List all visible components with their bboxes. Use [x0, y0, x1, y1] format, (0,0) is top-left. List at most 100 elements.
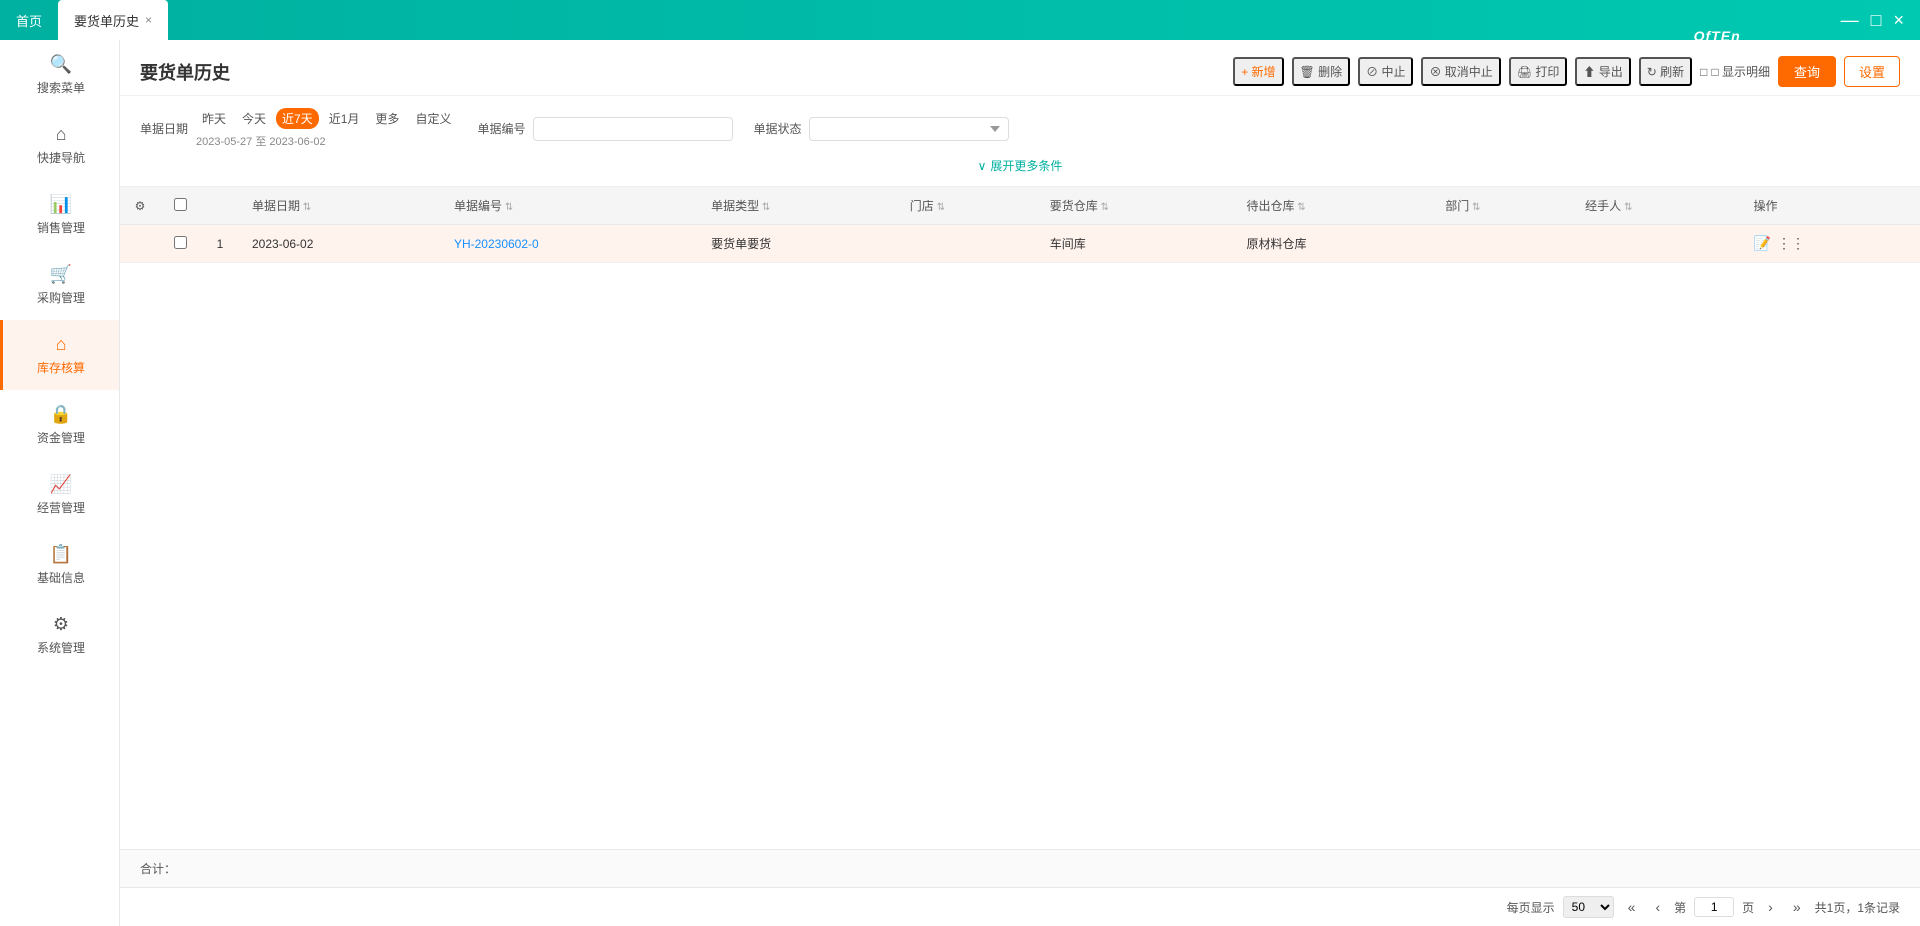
content-area: 要货单历史 + 新增 🗑 删除 ⊘ 中止 ⊗ 取消中止 🖨 打印 ⬆ 导出 ↻ … [120, 40, 1920, 926]
col-doc-type[interactable]: 单据类型 [699, 187, 898, 225]
date-tab-1month[interactable]: 近1月 [323, 108, 366, 129]
finance-icon: 🔒 [50, 404, 72, 425]
cell-req-warehouse: 车间库 [1038, 225, 1235, 263]
sidebar-item-finance-mgmt[interactable]: 🔒 资金管理 [0, 390, 119, 460]
sidebar: 🔍 搜索菜单 ⌂ 快捷导航 📊 销售管理 🛒 采购管理 ⌂ 库存核算 🔒 资金管… [0, 40, 120, 926]
cell-actions: 📝 ⋮⋮ [1742, 225, 1920, 263]
sidebar-item-inventory-label: 库存核算 [37, 359, 85, 376]
chevron-down-icon: ∨ [978, 159, 987, 173]
tab-requisition-history[interactable]: 要货单历史 × [58, 0, 168, 40]
summary-row: 合计： [120, 849, 1920, 887]
checkbox-icon: □ [1700, 65, 1707, 79]
sidebar-item-system-mgmt-label: 系统管理 [37, 639, 85, 656]
display-detail-label: □ 显示明细 [1711, 63, 1770, 80]
sidebar-item-system-mgmt[interactable]: ⚙ 系统管理 [0, 600, 119, 670]
summary-label: 合计： [140, 860, 176, 877]
col-pending-warehouse[interactable]: 待出仓库 [1235, 187, 1434, 225]
col-settings[interactable]: ⚙ [120, 187, 160, 225]
top-bar: 首页 要货单历史 × OfTEn — □ × [0, 0, 1920, 40]
doc-number-link[interactable]: YH-20230602-0 [454, 237, 539, 251]
col-doc-date[interactable]: 单据日期 [240, 187, 442, 225]
sidebar-item-purchase-mgmt[interactable]: 🛒 采购管理 [0, 250, 119, 320]
cell-num: 1 [200, 225, 240, 263]
maximize-icon[interactable]: □ [1871, 10, 1882, 31]
sidebar-item-operations-mgmt[interactable]: 📈 经营管理 [0, 460, 119, 530]
operations-icon: 📈 [50, 474, 72, 495]
date-tab-7days[interactable]: 近7天 [276, 108, 319, 129]
col-doc-number[interactable]: 单据编号 [442, 187, 699, 225]
system-icon: ⚙ [53, 614, 69, 635]
sidebar-item-search-menu[interactable]: 🔍 搜索菜单 [0, 40, 119, 110]
page-suffix: 页 [1742, 899, 1754, 916]
sidebar-item-base-info-label: 基础信息 [37, 569, 85, 586]
filter-area: 单据日期 昨天 今天 近7天 近1月 更多 自定义 2023-05-27 至 2… [120, 96, 1920, 187]
requisition-table: ⚙ 单据日期 单据编号 单据类型 门店 要货仓库 待出仓库 部门 经手人 操作 [120, 187, 1920, 263]
date-tab-yesterday[interactable]: 昨天 [196, 108, 232, 129]
last-page-button[interactable]: » [1787, 897, 1807, 917]
delete-button[interactable]: 🗑 删除 [1292, 57, 1351, 86]
sidebar-item-quick-nav[interactable]: ⌂ 快捷导航 [0, 110, 119, 180]
cell-handler [1573, 225, 1741, 263]
sales-icon: 📊 [50, 194, 72, 215]
doc-number-input[interactable] [533, 117, 733, 141]
brand-logo: OfTEn [1694, 28, 1741, 44]
table-body: 1 2023-06-02 YH-20230602-0 要货单要货 车间库 原材料… [120, 225, 1920, 263]
col-actions: 操作 [1742, 187, 1920, 225]
date-filter-group: 单据日期 昨天 今天 近7天 近1月 更多 自定义 2023-05-27 至 2… [140, 108, 457, 149]
settings-button[interactable]: 设置 [1844, 56, 1900, 87]
edit-icon[interactable]: 📝 [1754, 235, 1771, 252]
col-store[interactable]: 门店 [898, 187, 1038, 225]
sidebar-item-sales-mgmt[interactable]: 📊 销售管理 [0, 180, 119, 250]
date-range-text: 2023-05-27 至 2023-06-02 [196, 133, 457, 149]
date-filter-label: 单据日期 [140, 120, 188, 137]
more-icon[interactable]: ⋮⋮ [1777, 235, 1805, 252]
col-req-warehouse[interactable]: 要货仓库 [1038, 187, 1235, 225]
doc-status-select[interactable] [809, 117, 1009, 141]
row-checkbox[interactable] [174, 236, 187, 249]
main-layout: 🔍 搜索菜单 ⌂ 快捷导航 📊 销售管理 🛒 采购管理 ⌂ 库存核算 🔒 资金管… [0, 40, 1920, 926]
close-icon[interactable]: × [1894, 10, 1905, 31]
col-department[interactable]: 部门 [1433, 187, 1573, 225]
home-icon: ⌂ [56, 124, 67, 145]
date-tabs: 昨天 今天 近7天 近1月 更多 自定义 [196, 108, 457, 129]
tab-close-icon[interactable]: × [145, 13, 152, 27]
expand-more-button[interactable]: ∨ 展开更多条件 [140, 157, 1900, 174]
tab-home[interactable]: 首页 [0, 0, 58, 40]
expand-more-label: 展开更多条件 [990, 157, 1062, 174]
first-page-button[interactable]: « [1622, 897, 1642, 917]
minimize-icon[interactable]: — [1841, 10, 1859, 31]
base-info-icon: 📋 [50, 544, 72, 565]
cell-doc-type: 要货单要货 [699, 225, 898, 263]
new-button[interactable]: + 新增 [1233, 57, 1283, 86]
sidebar-item-base-info[interactable]: 📋 基础信息 [0, 530, 119, 600]
sidebar-item-inventory[interactable]: ⌂ 库存核算 [0, 320, 119, 390]
doc-status-label: 单据状态 [753, 120, 801, 137]
stop-button[interactable]: ⊘ 中止 [1358, 57, 1413, 86]
query-button[interactable]: 查询 [1778, 56, 1836, 87]
page-header: 要货单历史 + 新增 🗑 删除 ⊘ 中止 ⊗ 取消中止 🖨 打印 ⬆ 导出 ↻ … [120, 40, 1920, 96]
refresh-button[interactable]: ↻ 刷新 [1639, 57, 1692, 86]
export-button[interactable]: ⬆ 导出 [1575, 57, 1630, 86]
col-checkbox[interactable] [160, 187, 200, 225]
per-page-select[interactable]: 50 10 20 100 [1563, 896, 1614, 918]
inventory-icon: ⌂ [56, 334, 67, 355]
col-handler[interactable]: 经手人 [1573, 187, 1741, 225]
table-row: 1 2023-06-02 YH-20230602-0 要货单要货 车间库 原材料… [120, 225, 1920, 263]
print-button[interactable]: 🖨 打印 [1509, 57, 1568, 86]
col-num [200, 187, 240, 225]
select-all-checkbox[interactable] [174, 198, 187, 211]
prev-page-button[interactable]: ‹ [1649, 897, 1666, 917]
cell-settings [120, 225, 160, 263]
table-header-row: ⚙ 单据日期 单据编号 单据类型 门店 要货仓库 待出仓库 部门 经手人 操作 [120, 187, 1920, 225]
cell-checkbox[interactable] [160, 225, 200, 263]
cancel-stop-button[interactable]: ⊗ 取消中止 [1421, 57, 1500, 86]
date-tab-more[interactable]: 更多 [369, 108, 405, 129]
window-controls: — □ × [1841, 10, 1920, 31]
date-tab-custom[interactable]: 自定义 [409, 108, 457, 129]
display-detail-button[interactable]: □ □ 显示明细 [1700, 63, 1770, 80]
page-number-input[interactable] [1694, 897, 1734, 917]
date-tab-today[interactable]: 今天 [236, 108, 272, 129]
next-page-button[interactable]: › [1762, 897, 1779, 917]
cell-doc-date: 2023-06-02 [240, 225, 442, 263]
filter-row-1: 单据日期 昨天 今天 近7天 近1月 更多 自定义 2023-05-27 至 2… [140, 108, 1900, 149]
